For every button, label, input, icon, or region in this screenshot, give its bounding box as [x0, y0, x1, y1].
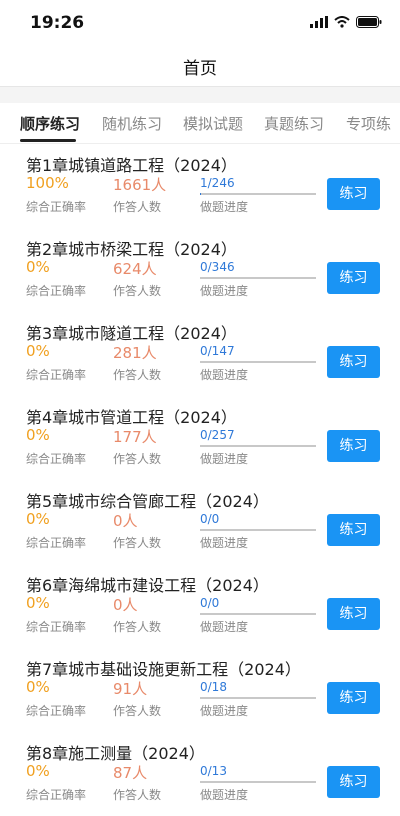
practice-button[interactable]: 练习 [327, 262, 380, 294]
section-gap [0, 87, 400, 103]
battery-icon [356, 16, 382, 28]
progress-value: 1/246 [200, 176, 235, 190]
chapter-title: 第2章城市桥梁工程（2024） [26, 236, 237, 260]
accuracy-label: 综合正确率 [26, 534, 86, 551]
chapter-title: 第3章城市隧道工程（2024） [26, 320, 237, 344]
progress-bar [200, 445, 316, 447]
signal-icon [310, 16, 328, 28]
status-bar: 19:26 [0, 0, 400, 44]
progress-label: 做题进度 [200, 702, 248, 719]
accuracy-value: 0% [26, 342, 50, 360]
practice-button[interactable]: 练习 [327, 178, 380, 210]
answer-count-value: 0人 [113, 510, 138, 531]
answer-count-label: 作答人数 [113, 366, 161, 383]
tab-past-exams[interactable]: 真题练习 [264, 113, 324, 134]
status-icons [310, 16, 382, 28]
chapter-title: 第6章海绵城市建设工程（2024） [26, 572, 269, 596]
answer-count-label: 作答人数 [113, 450, 161, 467]
progress-value: 0/13 [200, 764, 227, 778]
practice-button[interactable]: 练习 [327, 514, 380, 546]
answer-count-label: 作答人数 [113, 534, 161, 551]
chapter-list: 第1章城镇道路工程（2024）100%1661人1/246综合正确率作答人数做题… [0, 144, 400, 816]
practice-button[interactable]: 练习 [327, 346, 380, 378]
tab-random-practice[interactable]: 随机练习 [102, 113, 162, 134]
accuracy-label: 综合正确率 [26, 366, 86, 383]
practice-button[interactable]: 练习 [327, 430, 380, 462]
answer-count-value: 177人 [113, 426, 157, 447]
chapter-title: 第5章城市综合管廊工程（2024） [26, 488, 269, 512]
answer-count-label: 作答人数 [113, 198, 161, 215]
chapter-title: 第4章城市管道工程（2024） [26, 404, 237, 428]
accuracy-value: 0% [26, 762, 50, 780]
progress-label: 做题进度 [200, 282, 248, 299]
status-time: 19:26 [30, 13, 84, 33]
progress-bar [200, 613, 316, 615]
tab-mock-exam[interactable]: 模拟试题 [183, 113, 243, 134]
nav-bar: 首页 [0, 44, 400, 87]
answer-count-value: 624人 [113, 258, 157, 279]
answer-count-label: 作答人数 [113, 786, 161, 803]
progress-value: 0/147 [200, 344, 235, 358]
answer-count-label: 作答人数 [113, 618, 161, 635]
answer-count-value: 0人 [113, 594, 138, 615]
progress-value: 0/346 [200, 260, 235, 274]
chapter-item: 第2章城市桥梁工程（2024）0% 624人 0/346 综合正确率 作答人数 做题进度 练… [0, 228, 400, 312]
accuracy-value: 0% [26, 678, 50, 696]
progress-bar [200, 697, 316, 699]
answer-count-value: 281人 [113, 342, 157, 363]
practice-button[interactable]: 练习 [327, 682, 380, 714]
progress-label: 做题进度 [200, 198, 248, 215]
chapter-item: 第8章施工测量（2024）0% 87人 0/13 综合正确率 作答人数 做题进度 练习 [0, 732, 400, 816]
progress-value: 0/0 [200, 596, 219, 610]
progress-label: 做题进度 [200, 786, 248, 803]
chapter-item: 第6章海绵城市建设工程（2024）0% 0人 0/0 综合正确率 作答人数 做题进度 练习 [0, 564, 400, 648]
practice-button[interactable]: 练习 [327, 598, 380, 630]
progress-label: 做题进度 [200, 366, 248, 383]
accuracy-value: 0% [26, 510, 50, 528]
progress-label: 做题进度 [200, 534, 248, 551]
progress-bar [200, 529, 316, 531]
progress-label: 做题进度 [200, 618, 248, 635]
answer-count-label: 作答人数 [113, 702, 161, 719]
progress-value: 0/257 [200, 428, 235, 442]
chapter-item: 第7章城市基础设施更新工程（2024）0% 91人 0/18 综合正确率 作答人数 做题进… [0, 648, 400, 732]
accuracy-value: 0% [26, 594, 50, 612]
accuracy-value: 0% [26, 426, 50, 444]
tab-sequential-practice[interactable]: 顺序练习 [20, 113, 80, 134]
progress-value: 0/18 [200, 680, 227, 694]
answer-count-value: 91人 [113, 678, 147, 699]
accuracy-label: 综合正确率 [26, 786, 86, 803]
tab-bar: 顺序练习 随机练习 模拟试题 真题练习 专项练 [0, 103, 400, 143]
accuracy-label: 综合正确率 [26, 450, 86, 467]
answer-count-value: 87人 [113, 762, 147, 783]
page-title: 首页 [0, 54, 400, 79]
chapter-title: 第7章城市基础设施更新工程（2024） [26, 656, 301, 680]
progress-label: 做题进度 [200, 450, 248, 467]
progress-bar [200, 361, 316, 363]
accuracy-label: 综合正确率 [26, 702, 86, 719]
progress-bar [200, 193, 316, 195]
active-tab-indicator [20, 139, 76, 142]
accuracy-label: 综合正确率 [26, 282, 86, 299]
progress-bar [200, 781, 316, 783]
answer-count-label: 作答人数 [113, 282, 161, 299]
progress-bar [200, 277, 316, 279]
accuracy-label: 综合正确率 [26, 198, 86, 215]
answer-count-value: 1661人 [113, 174, 166, 195]
chapter-title: 第1章城镇道路工程（2024） [26, 152, 237, 176]
progress-value: 0/0 [200, 512, 219, 526]
chapter-item: 第4章城市管道工程（2024）0% 177人 0/257 综合正确率 作答人数 做题进度 练… [0, 396, 400, 480]
chapter-title: 第8章施工测量（2024） [26, 740, 205, 764]
tab-special-practice[interactable]: 专项练 [346, 113, 391, 134]
accuracy-label: 综合正确率 [26, 618, 86, 635]
practice-button[interactable]: 练习 [327, 766, 380, 798]
chapter-item: 第1章城镇道路工程（2024）100% 1661人 1/246 综合正确率 作答人数 做题… [0, 144, 400, 228]
chapter-item: 第3章城市隧道工程（2024）0% 281人 0/147 综合正确率 作答人数 做题进度 练… [0, 312, 400, 396]
accuracy-value: 100% [26, 174, 69, 192]
wifi-icon [334, 16, 350, 28]
chapter-item: 第5章城市综合管廊工程（2024）0% 0人 0/0 综合正确率 作答人数 做题进度 练习 [0, 480, 400, 564]
accuracy-value: 0% [26, 258, 50, 276]
